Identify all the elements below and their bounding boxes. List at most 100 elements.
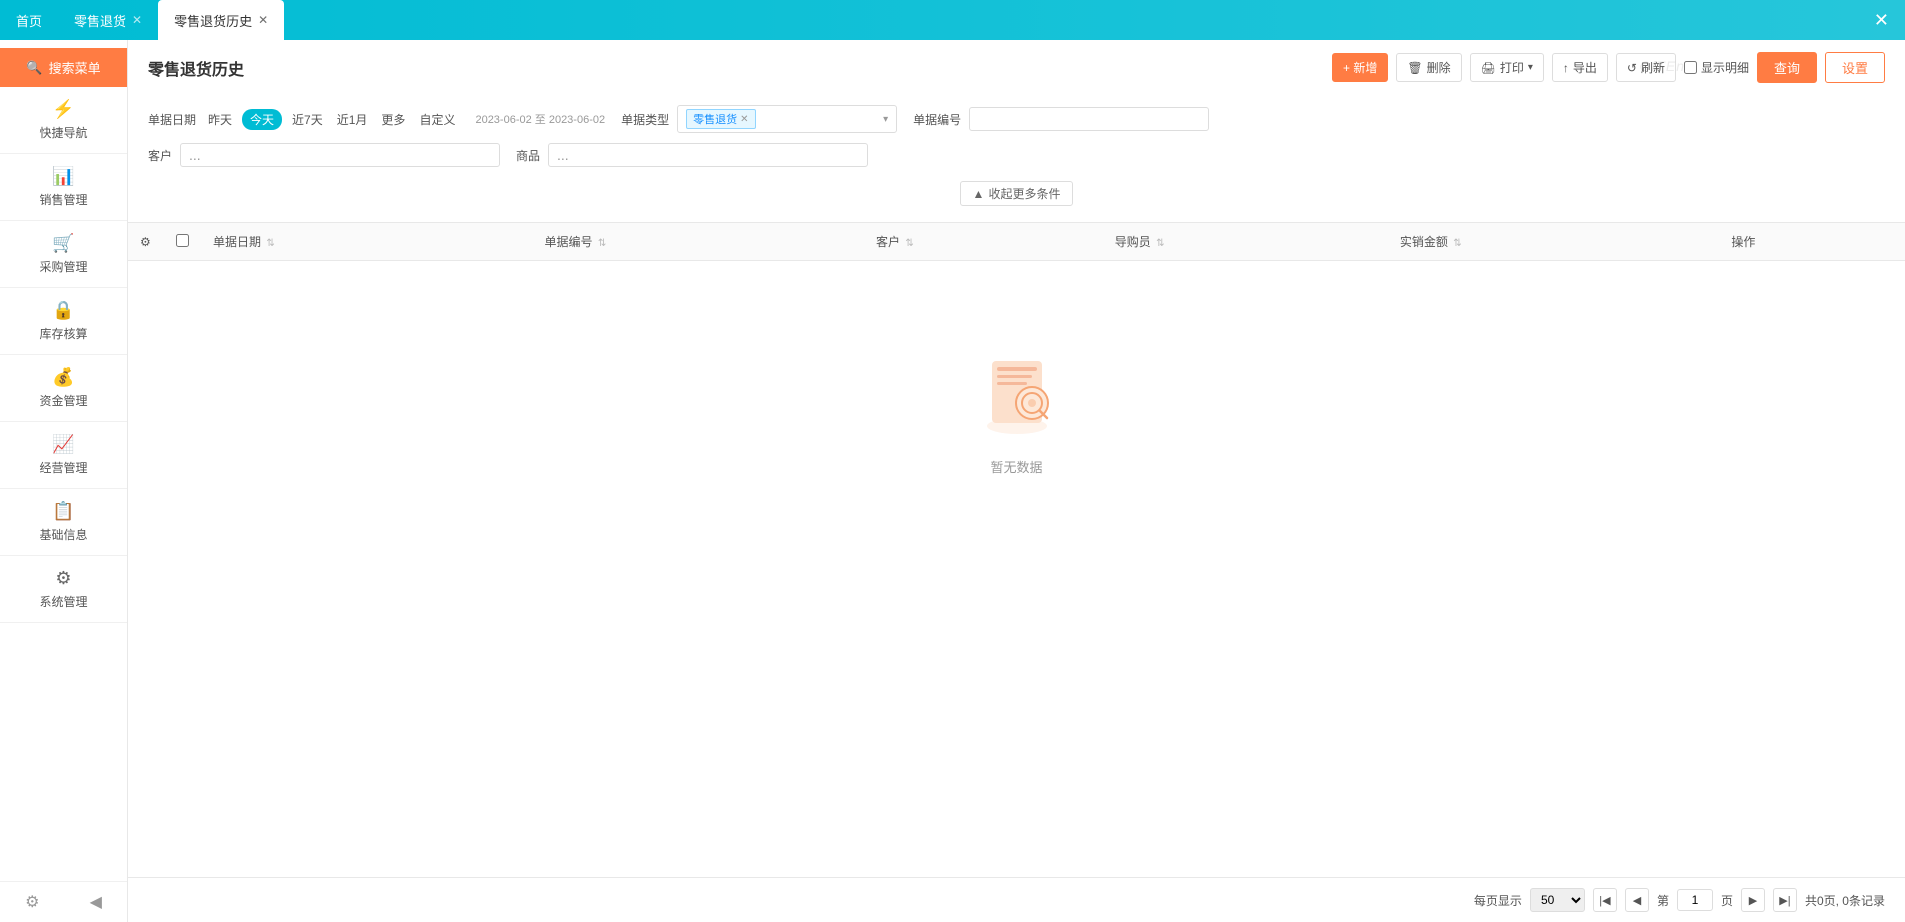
sidebar-toggle-btn[interactable]: ◀ [90,892,102,912]
empty-icon [967,341,1067,441]
filter-row-1: 单据日期 昨天 今天 近7天 近1月 更多 自定义 2023-06-02 至 2… [148,105,1885,133]
sidebar-item-purchase-mgmt[interactable]: 🛒 采购管理 [0,221,127,288]
sidebar-item-sales-mgmt[interactable]: 📊 销售管理 [0,154,127,221]
doc-type-dropdown-arrow: ▾ [883,114,888,125]
tab-home-label: 首页 [16,11,42,30]
page-header: 零售退货历史 + 新增 🗑 删除 🖨 打印 ▾ ↑ [128,40,1905,223]
operations-icon: 📈 [52,434,74,455]
goods-ellipsis[interactable]: ... [557,147,569,163]
th-actions: 操作 [1719,223,1905,261]
customer-ellipsis[interactable]: ... [189,147,201,163]
collapse-row: ▲ 收起更多条件 [148,177,1885,210]
date-custom[interactable]: 自定义 [415,109,459,130]
date-filter: 单据日期 昨天 今天 近7天 近1月 更多 自定义 [148,109,459,130]
filter-area: 单据日期 昨天 今天 近7天 近1月 更多 自定义 2023-06-02 至 2… [148,93,1885,222]
table-settings-icon[interactable]: ⚙ [140,235,151,249]
empty-state: 暂无数据 [128,261,1905,556]
sidebar-item-inventory-label: 库存核算 [39,325,87,342]
doc-type-tag-close[interactable]: ✕ [740,114,748,125]
sidebar: 🔍 搜索菜单 ⚡ 快捷导航 📊 销售管理 🛒 采购管理 🔒 库存核算 💰 资金管… [0,40,128,922]
next-page-button[interactable]: ▶ [1741,888,1765,912]
tab-home[interactable]: 首页 [0,0,58,40]
th-doc-no[interactable]: 单据编号 ⇅ [533,223,865,261]
th-actions-label: 操作 [1731,235,1755,249]
filter-row-2: 客户 ... 商品 ... [148,143,1885,167]
customer-label: 客户 [148,147,172,164]
system-icon: ⚙ [55,568,71,589]
delete-button[interactable]: 🗑 删除 [1396,53,1461,82]
tab-retail-return-history-label: 零售退货历史 [174,11,252,30]
search-icon: 🔍 [26,60,42,76]
doc-no-input[interactable] [969,107,1209,131]
page-title: 零售退货历史 [148,56,244,80]
sidebar-item-finance[interactable]: 💰 资金管理 [0,355,127,422]
goods-select[interactable]: ... [548,143,868,167]
select-all-checkbox[interactable] [176,234,189,247]
print-button[interactable]: 🖨 打印 ▾ [1470,53,1544,82]
table-header-row: ⚙ 单据日期 ⇅ 单据编号 ⇅ [128,223,1905,261]
sidebar-item-system[interactable]: ⚙ 系统管理 [0,556,127,623]
page-number-input[interactable] [1677,889,1713,911]
doc-type-tag-text: 零售退货 [693,111,737,127]
sidebar-item-quick-nav-label: 快捷导航 [39,124,87,141]
guide-sort-icon: ⇅ [1156,238,1164,249]
doc-no-label: 单据编号 [913,111,961,128]
date-7days[interactable]: 近7天 [288,109,327,130]
display-detail-checkbox[interactable] [1684,61,1697,74]
tab-retail-return-label: 零售退货 [74,11,126,30]
sidebar-item-quick-nav[interactable]: ⚡ 快捷导航 [0,87,127,154]
date-shortcuts: 昨天 今天 近7天 近1月 更多 自定义 [204,109,459,130]
customer-select[interactable]: ... [180,143,500,167]
last-page-button[interactable]: ▶| [1773,888,1797,912]
doc-type-select[interactable]: 零售退货 ✕ ▾ [677,105,897,133]
th-settings: ⚙ [128,223,164,261]
display-detail-toggle[interactable]: 显示明细 [1684,59,1749,76]
sidebar-item-basic-info-label: 基础信息 [39,526,87,543]
sidebar-item-operations[interactable]: 📈 经营管理 [0,422,127,489]
date-1month[interactable]: 近1月 [333,109,372,130]
th-guide[interactable]: 导购员 ⇅ [1103,223,1388,261]
query-button[interactable]: 查询 [1757,52,1817,83]
collapse-button[interactable]: ▲ 收起更多条件 [960,181,1074,206]
refresh-button[interactable]: ↺ 刷新 [1616,53,1676,82]
prev-page-button[interactable]: ◀ [1625,888,1649,912]
settings-button-label: 设置 [1842,58,1868,77]
doc-type-filter: 单据类型 零售退货 ✕ ▾ [621,105,897,133]
add-button-label: + 新增 [1343,59,1377,76]
toolbar-buttons: + 新增 🗑 删除 🖨 打印 ▾ ↑ 导出 [1332,52,1885,83]
th-customer[interactable]: 客户 ⇅ [864,223,1103,261]
pagination-bar: 每页显示 50 100 200 |◀ ◀ 第 页 ▶ ▶| 共0页, 0条记录 [128,877,1905,922]
th-amount-label: 实销金额 [1400,235,1448,249]
th-guide-label: 导购员 [1115,235,1151,249]
first-page-button[interactable]: |◀ [1593,888,1617,912]
th-customer-label: 客户 [876,235,900,249]
tab-retail-return-history[interactable]: 零售退货历史 ✕ [158,0,284,40]
date-today[interactable]: 今天 [242,109,282,130]
export-button[interactable]: ↑ 导出 [1552,53,1608,82]
sidebar-item-basic-info[interactable]: 📋 基础信息 [0,489,127,556]
top-bar-close[interactable]: ✕ [1874,10,1905,31]
date-more[interactable]: 更多 [377,109,409,130]
total-records: 共0页, 0条记录 [1805,892,1885,909]
data-table: ⚙ 单据日期 ⇅ 单据编号 ⇅ [128,223,1905,261]
quick-nav-icon: ⚡ [52,99,74,120]
tab-retail-return-close[interactable]: ✕ [132,13,142,27]
sidebar-item-inventory[interactable]: 🔒 库存核算 [0,288,127,355]
page-size-select[interactable]: 50 100 200 [1530,888,1585,912]
date-yesterday[interactable]: 昨天 [204,109,236,130]
th-amount[interactable]: 实销金额 ⇅ [1388,223,1720,261]
sidebar-settings-btn[interactable]: ⚙ [25,892,39,912]
customer-filter: 客户 ... [148,143,500,167]
export-icon: ↑ [1563,61,1569,75]
add-button[interactable]: + 新增 [1332,53,1388,82]
print-dropdown-icon: ▾ [1528,62,1533,73]
settings-button[interactable]: 设置 [1825,52,1885,83]
th-doc-date[interactable]: 单据日期 ⇅ [201,223,533,261]
sidebar-search-label: 搜索菜单 [49,58,101,77]
tab-retail-return[interactable]: 零售退货 ✕ [58,0,158,40]
amount-sort-icon: ⇅ [1453,238,1461,249]
sidebar-search[interactable]: 🔍 搜索菜单 [0,48,127,87]
customer-sort-icon: ⇅ [905,238,913,249]
main-layout: 🔍 搜索菜单 ⚡ 快捷导航 📊 销售管理 🛒 采购管理 🔒 库存核算 💰 资金管… [0,40,1905,922]
tab-retail-return-history-close[interactable]: ✕ [258,13,268,27]
